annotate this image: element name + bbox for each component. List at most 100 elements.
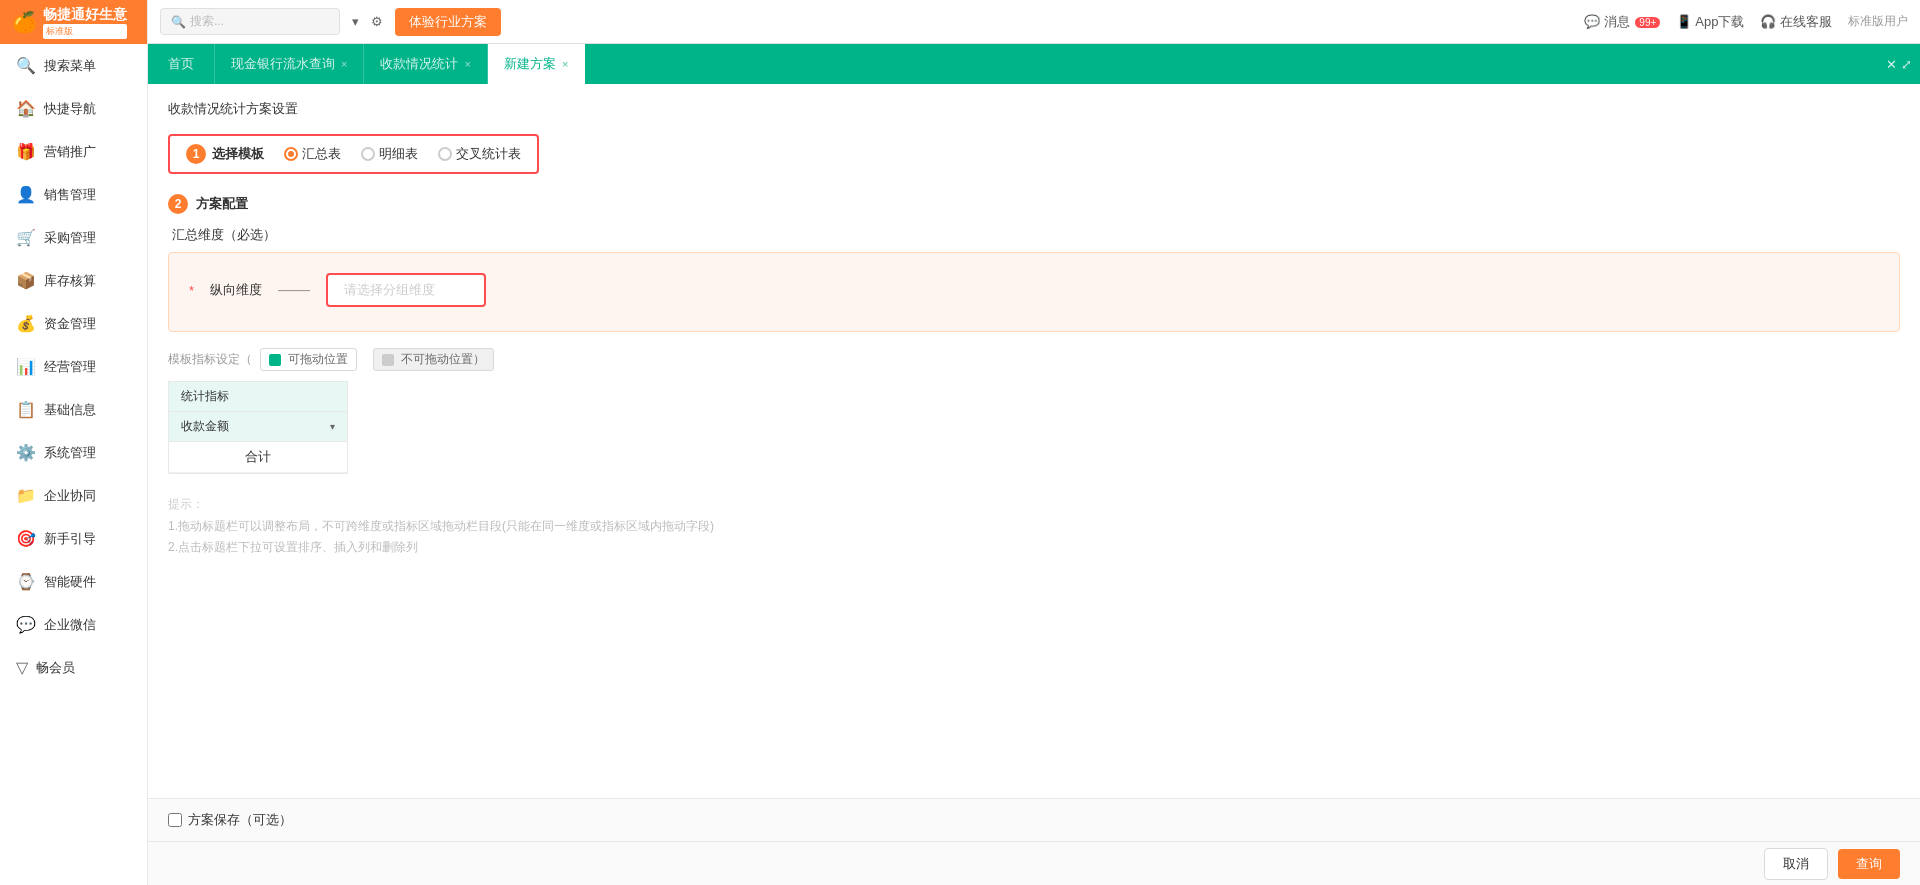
sidebar-item-label: 搜索菜单	[44, 57, 96, 75]
query-button[interactable]: 查询	[1838, 849, 1900, 879]
sidebar-item-search-menu[interactable]: 🔍 搜索菜单	[0, 44, 147, 87]
sidebar-item-quick-nav[interactable]: 🏠 快捷导航	[0, 87, 147, 130]
sidebar-item-guide[interactable]: 🎯 新手引导	[0, 517, 147, 560]
save-row: 方案保存（可选）	[148, 798, 1920, 841]
metrics-col-header[interactable]: 收款金额 ▾	[169, 412, 347, 442]
tab-new-plan-close[interactable]: ×	[562, 58, 568, 70]
trial-button[interactable]: 体验行业方案	[395, 8, 501, 36]
member-icon: ▽	[16, 658, 28, 677]
sidebar-item-label: 经营管理	[44, 358, 96, 376]
search-menu-icon: 🔍	[16, 56, 36, 75]
step2-badge: 2	[168, 194, 188, 214]
page-title: 收款情况统计方案设置	[168, 100, 1900, 118]
sidebar-item-label: 库存核算	[44, 272, 96, 290]
main-area: 🔍 搜索... ▾ ⚙ 体验行业方案 💬 消息 99+ 📱 App下载 🎧 在线…	[148, 0, 1920, 885]
logo-badge: 标准版	[43, 24, 127, 39]
vertical-dimension-label: 纵向维度	[210, 281, 262, 299]
sidebar-item-label: 采购管理	[44, 229, 96, 247]
tab-bank-flow-close[interactable]: ×	[341, 58, 347, 70]
enterprise-icon: 📁	[16, 486, 36, 505]
sidebar-item-label: 企业协同	[44, 487, 96, 505]
tab-new-plan[interactable]: 新建方案 ×	[488, 44, 585, 84]
dimension-select[interactable]: 请选择分组维度	[326, 273, 486, 307]
finance-icon: 💰	[16, 314, 36, 333]
sidebar-item-wechat[interactable]: 💬 企业微信	[0, 603, 147, 646]
sidebar-item-label: 资金管理	[44, 315, 96, 333]
metrics-table: 统计指标 收款金额 ▾ 合计	[168, 381, 348, 474]
sidebar-item-label: 系统管理	[44, 444, 96, 462]
step2-header: 2 方案配置	[168, 194, 1900, 214]
metrics-title-text: 模板指标设定（	[168, 351, 252, 368]
sidebar-item-label: 销售管理	[44, 186, 96, 204]
search-box[interactable]: 🔍 搜索...	[160, 8, 340, 35]
metrics-table-header: 统计指标	[169, 382, 347, 412]
sidebar-item-label: 快捷导航	[44, 100, 96, 118]
sidebar-item-system[interactable]: ⚙️ 系统管理	[0, 431, 147, 474]
step1-header: 1 选择模板 汇总表 明细表 交叉统计表	[168, 134, 1900, 174]
maximize-icon[interactable]: ⤢	[1901, 57, 1912, 72]
chevron-down-icon: ▾	[330, 421, 335, 432]
tab-bank-flow[interactable]: 现金银行流水查询 ×	[215, 44, 364, 84]
radio-cross-circle	[438, 147, 452, 161]
inventory-icon: 📦	[16, 271, 36, 290]
wechat-icon: 💬	[16, 615, 36, 634]
content-inner: 收款情况统计方案设置 1 选择模板 汇总表	[148, 84, 1920, 885]
purchase-icon: 🛒	[16, 228, 36, 247]
basic-info-icon: 📋	[16, 400, 36, 419]
sidebar-item-label: 企业微信	[44, 616, 96, 634]
tab-home[interactable]: 首页	[148, 44, 215, 84]
sidebar-item-inventory[interactable]: 📦 库存核算	[0, 259, 147, 302]
radio-summary[interactable]: 汇总表	[284, 145, 341, 163]
sidebar-item-label: 畅会员	[36, 659, 75, 677]
save-checkbox[interactable]	[168, 813, 182, 827]
radio-summary-circle	[284, 147, 298, 161]
required-mark: *	[189, 283, 194, 298]
radio-cross[interactable]: 交叉统计表	[438, 145, 521, 163]
save-checkbox-label: 方案保存（可选）	[188, 811, 292, 829]
metrics-row-total: 合计	[169, 442, 347, 473]
sidebar-item-operations[interactable]: 📊 经营管理	[0, 345, 147, 388]
sidebar-item-sales[interactable]: 👤 销售管理	[0, 173, 147, 216]
user-info: 标准版用户	[1848, 13, 1908, 30]
radio-detail-circle	[361, 147, 375, 161]
cancel-button[interactable]: 取消	[1764, 848, 1828, 880]
app-download[interactable]: 📱 App下载	[1676, 13, 1744, 31]
sidebar-item-hardware[interactable]: ⌚ 智能硬件	[0, 560, 147, 603]
system-icon: ⚙️	[16, 443, 36, 462]
topbar-gear-icon[interactable]: ⚙	[371, 14, 383, 29]
marketing-icon: 🎁	[16, 142, 36, 161]
tip-item-1: 1.拖动标题栏可以调整布局，不可跨维度或指标区域拖动栏目段(只能在同一维度或指标…	[168, 516, 1900, 538]
dimension-arrow: ——	[278, 281, 310, 299]
message-item[interactable]: 💬 消息 99+	[1584, 13, 1660, 31]
guide-icon: 🎯	[16, 529, 36, 548]
sidebar-item-purchase[interactable]: 🛒 采购管理	[0, 216, 147, 259]
message-label: 消息	[1604, 14, 1630, 29]
tab-collection-stat-close[interactable]: ×	[464, 58, 470, 70]
draggable-hint: 可拖动位置	[260, 348, 357, 371]
dimension-row: * 纵向维度 —— 请选择分组维度	[189, 273, 1879, 307]
sidebar-item-basic-info[interactable]: 📋 基础信息	[0, 388, 147, 431]
non-draggable-hint: 不可拖动位置）	[373, 348, 494, 371]
metrics-hint: 模板指标设定（ 可拖动位置 不可拖动位置）	[168, 348, 1900, 371]
topbar-dropdown-icon[interactable]: ▾	[352, 14, 359, 29]
content-area: 收款情况统计方案设置 1 选择模板 汇总表	[148, 84, 1920, 885]
tab-collection-stat[interactable]: 收款情况统计 ×	[364, 44, 487, 84]
logo-text: 畅捷通好生意	[43, 6, 127, 24]
sidebar-item-finance[interactable]: 💰 资金管理	[0, 302, 147, 345]
sidebar-item-marketing[interactable]: 🎁 营销推广	[0, 130, 147, 173]
close-all-icon[interactable]: ✕	[1886, 57, 1897, 72]
step1-badge: 1	[186, 144, 206, 164]
radio-detail[interactable]: 明细表	[361, 145, 418, 163]
sidebar-item-enterprise[interactable]: 📁 企业协同	[0, 474, 147, 517]
sales-icon: 👤	[16, 185, 36, 204]
sidebar-item-label: 营销推广	[44, 143, 96, 161]
radio-summary-label: 汇总表	[302, 145, 341, 163]
step2-section: 2 方案配置 汇总维度（必选） * 纵向维度 —— 请选择分组维度	[168, 194, 1900, 559]
tips-title: 提示：	[168, 497, 204, 511]
dimension-area: * 纵向维度 —— 请选择分组维度	[168, 252, 1900, 332]
topbar: 🔍 搜索... ▾ ⚙ 体验行业方案 💬 消息 99+ 📱 App下载 🎧 在线…	[148, 0, 1920, 44]
sidebar-item-label: 新手引导	[44, 530, 96, 548]
online-service[interactable]: 🎧 在线客服	[1760, 13, 1832, 31]
sidebar-logo: 🍊 畅捷通好生意 标准版	[0, 0, 147, 44]
sidebar-item-member[interactable]: ▽ 畅会员	[0, 646, 147, 689]
